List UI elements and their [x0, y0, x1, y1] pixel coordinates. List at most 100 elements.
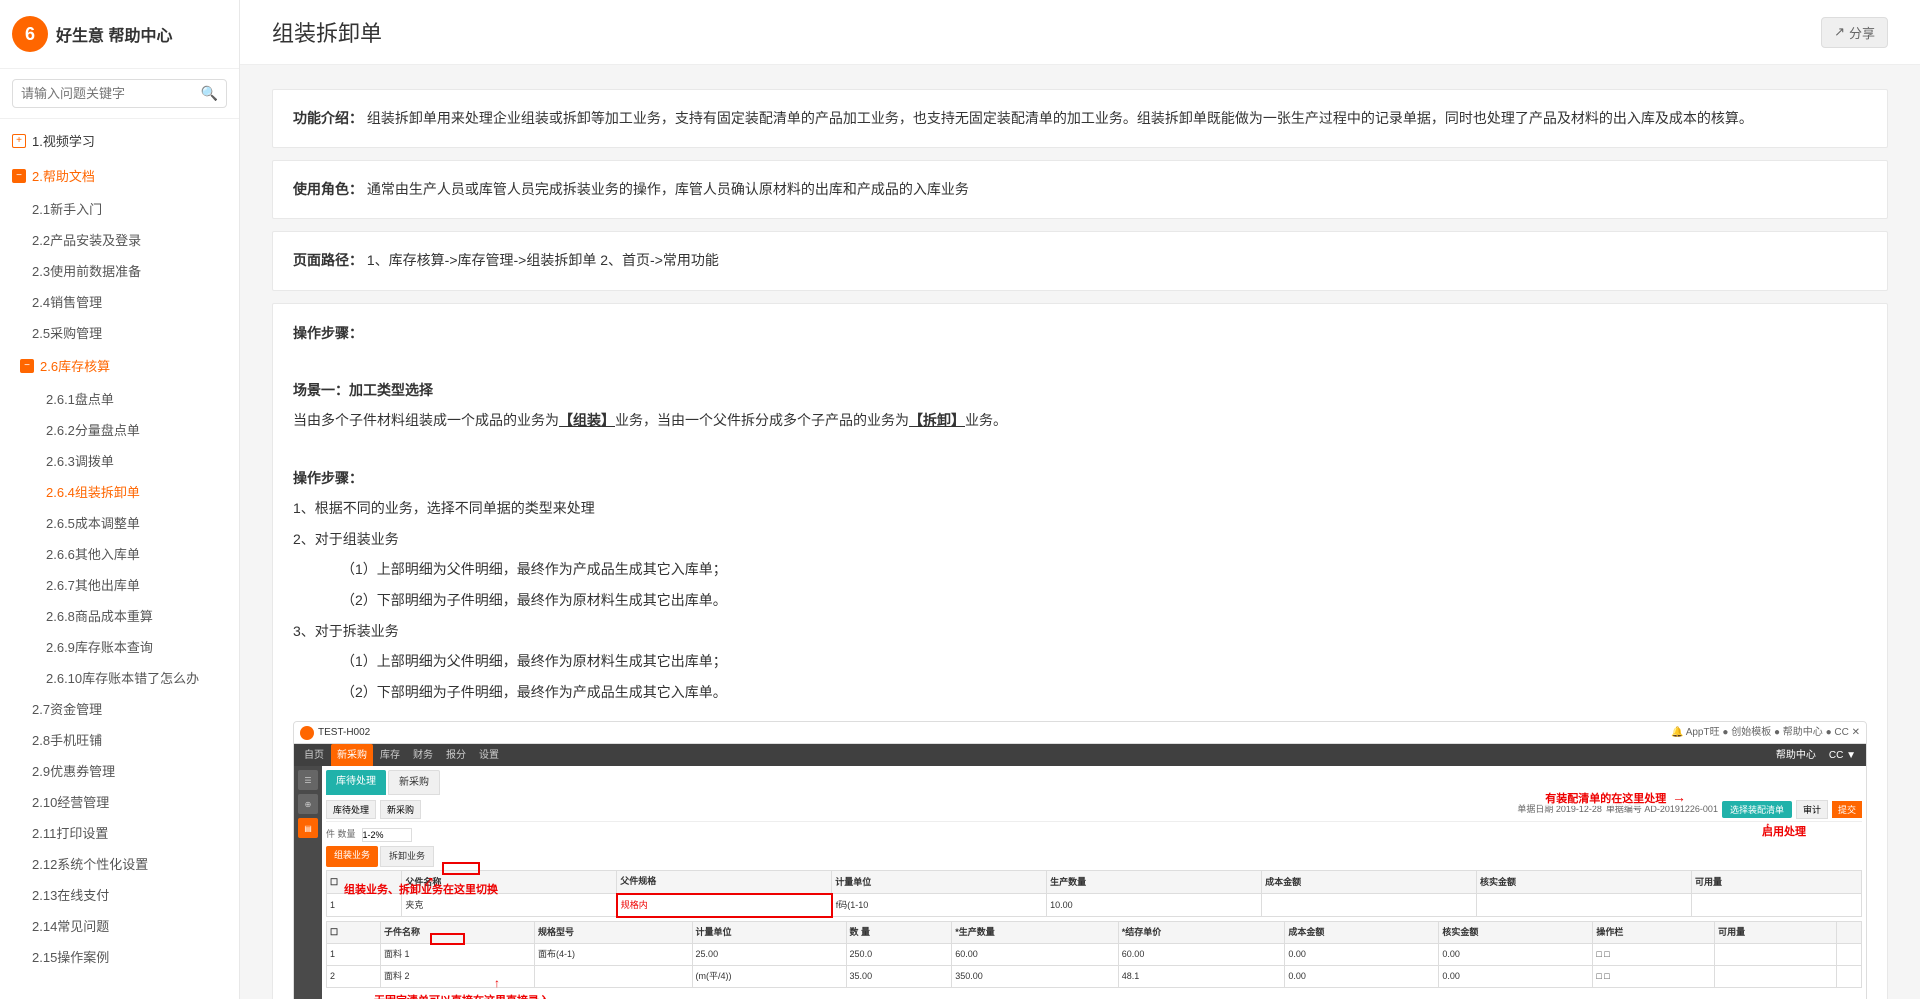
sidebar-item-assembly[interactable]: 2.6.4组装拆卸单 [0, 476, 239, 507]
sidebar-item-operation[interactable]: 2.10经营管理 [0, 786, 239, 817]
col-child-real: 核实金额 [1439, 921, 1593, 943]
menu-purchase[interactable]: 新采购 [331, 744, 373, 767]
cell-b-ops: □ □ [1593, 965, 1715, 987]
content-area: 功能介绍： 组装拆卸单用来处理企业组装或拆卸等加工业务，支持有固定装配清单的产品… [240, 65, 1920, 999]
sidebar-item-finance[interactable]: 2.7资金管理 [0, 693, 239, 724]
menu-help[interactable]: 帮助中心 [1770, 744, 1822, 767]
sidebar-item-install[interactable]: 2.2产品安装及登录 [0, 224, 239, 255]
sidebar-item-inventory[interactable]: − 2.6库存核算 [0, 348, 239, 383]
sidebar-item-faq[interactable]: 2.14常见问题 [0, 910, 239, 941]
ann-text-4: 无固定清单可以直接在这里直接录入 [374, 995, 550, 999]
search-input[interactable] [21, 86, 201, 101]
app-id: TEST-H002 [318, 723, 370, 742]
col-avail: 可用量 [1691, 871, 1861, 894]
cell-b-extra [1836, 965, 1861, 987]
app-topbar-icons: 🔔 AppT旺 ● 创始模板 ● 帮助中心 ● CC ✕ [1671, 723, 1860, 742]
tab-assemble[interactable]: 组装业务 [326, 846, 378, 867]
share-button[interactable]: ↗ 分享 [1821, 17, 1888, 48]
steps-block: 操作步骤： 场景一：加工类型选择 当由多个子件材料组装成一个成品的业务为【组装】… [272, 303, 1888, 999]
sidebar-item-inventory-check[interactable]: 2.6.1盘点单 [0, 383, 239, 414]
sidebar-item-inventory-adjust[interactable]: 2.6.3调拨单 [0, 445, 239, 476]
col-check2: ☐ [327, 921, 381, 943]
tab-disassemble[interactable]: 拆卸业务 [380, 846, 434, 867]
ann-text-2: 组装业务、拆卸业务在这里切换 [344, 884, 498, 896]
cell-a-item: 面料 1 [380, 943, 534, 965]
form-label-qty: 件 数量 [326, 826, 356, 843]
sidebar-label-docs: 2.帮助文档 [32, 166, 95, 185]
sidebar-item-mobile[interactable]: 2.8手机旺铺 [0, 724, 239, 755]
cell-a-extra [1836, 943, 1861, 965]
sidebar-item-sales[interactable]: 2.4销售管理 [0, 286, 239, 317]
sidebar-item-video[interactable]: + 1.视频学习 [0, 123, 239, 158]
menu-report[interactable]: 报分 [440, 744, 472, 767]
col-child-qty: 数 量 [846, 921, 952, 943]
menu-finance[interactable]: 财务 [407, 744, 439, 767]
ann-text-1: 有装配清单的在这里处理 [1542, 792, 1669, 806]
search-icon[interactable]: 🔍 [201, 85, 218, 102]
sidebar-item-inventory-split[interactable]: 2.6.2分量盘点单 [0, 414, 239, 445]
share-icon: ↗ [1834, 24, 1845, 40]
col-qty: 计量单位 [832, 871, 1047, 894]
sidebar-item-docs[interactable]: − 2.帮助文档 [0, 158, 239, 193]
sidebar-item-other-out[interactable]: 2.6.7其他出库单 [0, 569, 239, 600]
cell-unit: f码(1-10 [832, 894, 1047, 917]
cell-avail-qty [1691, 894, 1861, 917]
cell-b-spec [534, 965, 692, 987]
ops-steps-title: 操作步骤： [293, 465, 1867, 492]
cell-cost [1262, 894, 1477, 917]
nav-section: + 1.视频学习 − 2.帮助文档 2.1新手入门 2.2产品安装及登录 2.3… [0, 119, 239, 976]
col-cost: 成本金额 [1262, 871, 1477, 894]
annotation-1: 有装配清单的在这里处理 → [1542, 784, 1686, 811]
menu-user[interactable]: CC ▼ [1823, 744, 1862, 767]
step3-1: （1）上部明细为父件明细，最终作为原材料生成其它出库单； [293, 648, 1867, 675]
sidebar-item-payment[interactable]: 2.13在线支付 [0, 879, 239, 910]
btn-new-order[interactable]: 库待处理 [326, 800, 376, 819]
step3-2: （2）下部明细为子件明细，最终作为产成品生成其它入库单。 [293, 679, 1867, 706]
sidebar-item-data-prep[interactable]: 2.3使用前数据准备 [0, 255, 239, 286]
tab-new[interactable]: 新采购 [388, 770, 440, 795]
app-screenshot: TEST-H002 🔔 AppT旺 ● 创始模板 ● 帮助中心 ● CC ✕ 自… [294, 722, 1866, 999]
main-content: 组装拆卸单 ↗ 分享 功能介绍： 组装拆卸单用来处理企业组装或拆卸等加工业务，支… [240, 0, 1920, 999]
input-qty[interactable] [362, 828, 412, 842]
sidebar-icon2: ⊕ [298, 794, 318, 814]
sidebar-item-system[interactable]: 2.12系统个性化设置 [0, 848, 239, 879]
cell-a-ops: □ □ [1593, 943, 1715, 965]
search-area: 🔍 [0, 69, 239, 119]
intro-text: 组装拆卸单用来处理企业组装或拆卸等加工业务，支持有固定装配清单的产品加工业务，也… [367, 110, 1753, 126]
cell-real-cost [1477, 894, 1692, 917]
menu-settings[interactable]: 设置 [473, 744, 505, 767]
cell-a-spec: 面布(4-1) [534, 943, 692, 965]
step2: 2、对于组装业务 [293, 526, 1867, 553]
menu-inventory[interactable]: 库存 [374, 744, 406, 767]
btn-audit[interactable]: 审计 [1796, 800, 1828, 819]
sidebar-item-newcomer[interactable]: 2.1新手入门 [0, 193, 239, 224]
sidebar-item-cost-adjust[interactable]: 2.6.5成本调整单 [0, 507, 239, 538]
cell-a-real: 0.00 [1439, 943, 1593, 965]
btn-select-assembly[interactable]: 选择装配清单 [1722, 801, 1792, 818]
cell-empty [327, 987, 1862, 999]
assembly-type-tabs: 组装业务 拆卸业务 [326, 846, 1862, 867]
scene1-desc: 当由多个子件材料组装成一个成品的业务为【组装】业务，当由一个父件拆分成多个子产品… [293, 407, 1867, 434]
cell-a-qty: 250.0 [846, 943, 952, 965]
intro-block: 功能介绍： 组装拆卸单用来处理企业组装或拆卸等加工业务，支持有固定装配清单的产品… [272, 89, 1888, 148]
col-child-amount: 成本金额 [1285, 921, 1439, 943]
role-text: 通常由生产人员或库管人员完成拆装业务的操作，库管人员确认原材料的出库和产成品的入… [367, 181, 969, 197]
col-child-cost: *结存单价 [1118, 921, 1285, 943]
sidebar-item-cases[interactable]: 2.15操作案例 [0, 941, 239, 972]
sidebar-item-inventory-query[interactable]: 2.6.9库存账本查询 [0, 631, 239, 662]
sidebar-item-goods-cost[interactable]: 2.6.8商品成本重算 [0, 600, 239, 631]
sidebar-item-purchase[interactable]: 2.5采购管理 [0, 317, 239, 348]
sub-nav-docs: 2.1新手入门 2.2产品安装及登录 2.3使用前数据准备 2.4销售管理 2.… [0, 193, 239, 972]
app-menu-bar: 自页 新采购 库存 财务 报分 设置 帮助中心 CC ▼ [294, 744, 1866, 766]
sidebar-item-print[interactable]: 2.11打印设置 [0, 817, 239, 848]
sidebar-item-other-in[interactable]: 2.6.6其他入库单 [0, 538, 239, 569]
sub-nav-inventory: 2.6.1盘点单 2.6.2分量盘点单 2.6.3调拨单 2.6.4组装拆卸单 … [0, 383, 239, 693]
sidebar-item-coupon[interactable]: 2.9优惠券管理 [0, 755, 239, 786]
btn-save[interactable]: 新采购 [380, 800, 421, 819]
sidebar-item-inventory-error[interactable]: 2.6.10库存账本错了怎么办 [0, 662, 239, 693]
btn-submit[interactable]: 提交 [1832, 801, 1862, 818]
col-child-subtotal: *生产数量 [952, 921, 1119, 943]
sidebar-label-video: 1.视频学习 [32, 131, 95, 150]
menu-home[interactable]: 自页 [298, 744, 330, 767]
tab-assembly[interactable]: 库待处理 [326, 770, 386, 795]
